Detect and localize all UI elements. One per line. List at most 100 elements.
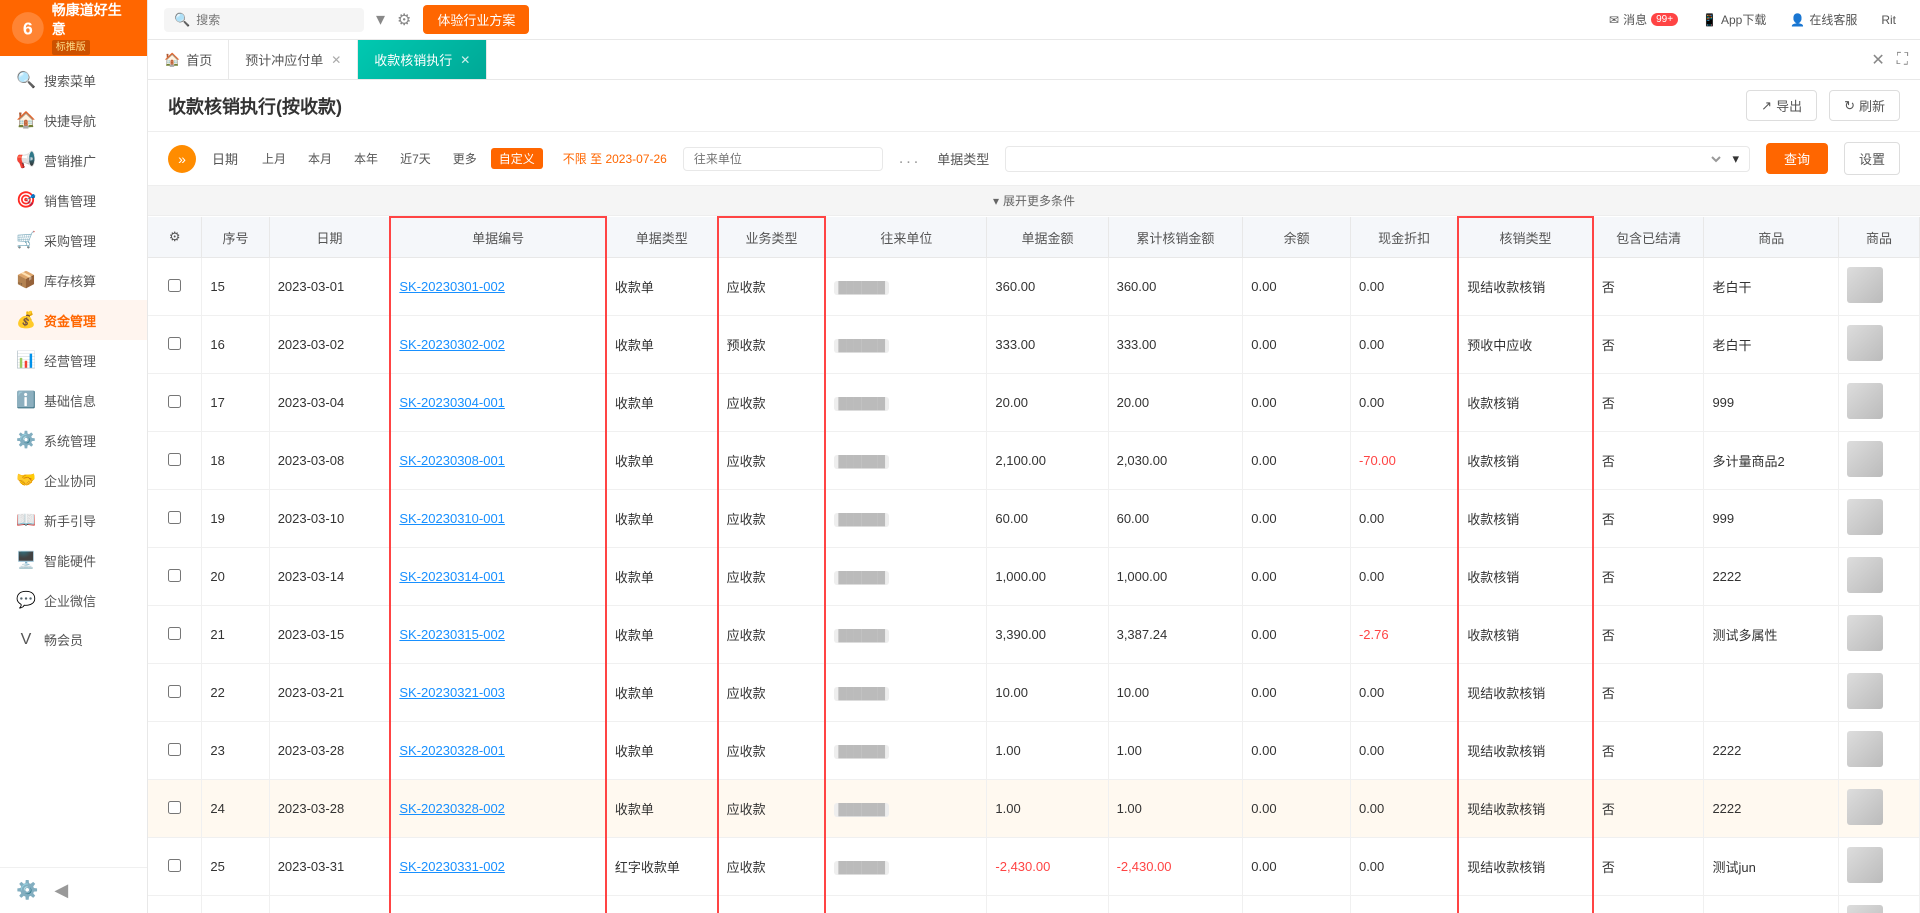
dropdown-icon[interactable]: ▾ <box>376 9 385 30</box>
online-service-btn[interactable]: 👤 在线客服 <box>1782 7 1865 32</box>
row-cashdiscount-0: 0.00 <box>1350 258 1458 316</box>
date-7days-btn[interactable]: 近7天 <box>392 147 439 170</box>
tab-payable[interactable]: 预计冲应付单 ✕ <box>229 40 358 79</box>
row-checkbox-4[interactable] <box>148 490 202 548</box>
finance-icon: 💰 <box>16 310 36 330</box>
filter-toggle-btn[interactable]: » <box>168 145 196 173</box>
app-download-btn[interactable]: 📱 App下载 <box>1694 7 1774 32</box>
row-canceltype-9: 现结收款核销 <box>1458 780 1593 838</box>
table-row: 17 2023-03-04 SK-20230304-001 收款单 应收款 ██… <box>148 374 1920 432</box>
settings-icon[interactable]: ⚙️ <box>16 880 38 901</box>
singleno-link-1[interactable]: SK-20230302-002 <box>399 337 505 352</box>
gear-icon[interactable]: ⚙ <box>169 229 181 244</box>
date-custom-btn[interactable]: 自定义 <box>491 148 543 169</box>
goods-thumb-8 <box>1847 731 1883 767</box>
partner-filter-box[interactable] <box>683 147 883 171</box>
singleno-link-10[interactable]: SK-20230331-002 <box>399 859 505 874</box>
row-canceltype-4: 收款核销 <box>1458 490 1593 548</box>
user-avatar[interactable]: Rit <box>1873 9 1904 31</box>
row-checkbox-5[interactable] <box>148 548 202 606</box>
filter-settings-btn[interactable]: 设置 <box>1844 142 1900 175</box>
sidebar-item-hardware[interactable]: 🖥️智能硬件 <box>0 540 147 580</box>
singleno-link-5[interactable]: SK-20230314-001 <box>399 569 505 584</box>
sidebar-item-system[interactable]: ⚙️系统管理 <box>0 420 147 460</box>
industry-solution-btn[interactable]: 体验行业方案 <box>423 5 529 34</box>
sidebar-item-search[interactable]: 🔍搜索菜单 <box>0 60 147 100</box>
type-filter-label: 单据类型 <box>937 149 989 168</box>
tab-receivecancellation[interactable]: 收款核销执行 ✕ <box>358 40 487 79</box>
row-checkbox-10[interactable] <box>148 838 202 896</box>
sidebar-item-enterprise[interactable]: 🤝企业协同 <box>0 460 147 500</box>
row-cancelamount-4: 60.00 <box>1108 490 1243 548</box>
tab-maximize-icon[interactable]: ⛶ <box>1897 51 1908 69</box>
row-checkbox-7[interactable] <box>148 664 202 722</box>
sidebar-item-purchase[interactable]: 🛒采购管理 <box>0 220 147 260</box>
row-biztype-4: 应收款 <box>718 490 826 548</box>
singleno-link-3[interactable]: SK-20230308-001 <box>399 453 505 468</box>
row-checkbox-11[interactable] <box>148 896 202 913</box>
tab-close-all-icon[interactable]: ✕ <box>1871 50 1884 70</box>
collapse-icon[interactable]: ◀ <box>54 880 68 901</box>
row-goodsimg-3 <box>1839 432 1920 490</box>
row-balance-0: 0.00 <box>1243 258 1351 316</box>
date-this-year-btn[interactable]: 本年 <box>346 147 386 170</box>
singleno-link-0[interactable]: SK-20230301-002 <box>399 279 505 294</box>
row-amount-8: 1.00 <box>987 722 1108 780</box>
row-checkbox-8[interactable] <box>148 722 202 780</box>
notification-btn[interactable]: ✉ 消息 99+ <box>1601 7 1686 32</box>
sidebar-item-guide[interactable]: 📖新手引导 <box>0 500 147 540</box>
date-last-month-btn[interactable]: 上月 <box>254 147 294 170</box>
sidebar-item-wechat[interactable]: 💬企业微信 <box>0 580 147 620</box>
singleno-link-9[interactable]: SK-20230328-002 <box>399 801 505 816</box>
row-checkbox-0[interactable] <box>148 258 202 316</box>
row-canceltype-2: 收款核销 <box>1458 374 1593 432</box>
sidebar-item-basic[interactable]: ℹ️基础信息 <box>0 380 147 420</box>
type-filter-select[interactable] <box>1016 151 1724 167</box>
row-checkbox-2[interactable] <box>148 374 202 432</box>
partner-filter-input[interactable] <box>694 152 872 166</box>
table-row: 15 2023-03-01 SK-20230301-002 收款单 应收款 ██… <box>148 258 1920 316</box>
sidebar-item-finance[interactable]: 💰资金管理 <box>0 300 147 340</box>
sidebar-item-marketing[interactable]: 📢营销推广 <box>0 140 147 180</box>
sidebar-item-operation[interactable]: 📊经营管理 <box>0 340 147 380</box>
singleno-link-6[interactable]: SK-20230315-002 <box>399 627 505 642</box>
singleno-link-4[interactable]: SK-20230310-001 <box>399 511 505 526</box>
settings-gear-icon[interactable]: ⚙ <box>397 10 411 30</box>
expand-more-btn[interactable]: ▾ 展开更多条件 <box>993 192 1075 209</box>
sidebar-item-member[interactable]: V畅会员 <box>0 620 147 659</box>
home-icon: 🏠 <box>164 52 180 68</box>
filter-more-dots[interactable]: ... <box>899 150 921 168</box>
row-date-3: 2023-03-08 <box>269 432 390 490</box>
search-input[interactable] <box>196 13 336 27</box>
row-canceltype-1: 预收中应收 <box>1458 316 1593 374</box>
sidebar-item-quicknav[interactable]: 🏠快捷导航 <box>0 100 147 140</box>
date-this-month-btn[interactable]: 本月 <box>300 147 340 170</box>
query-btn[interactable]: 查询 <box>1766 143 1828 174</box>
col-gear-header[interactable]: ⚙ <box>148 217 202 258</box>
row-checkbox-6[interactable] <box>148 606 202 664</box>
sidebar-item-sales[interactable]: 🎯销售管理 <box>0 180 147 220</box>
tab-home[interactable]: 🏠 首页 <box>148 40 229 79</box>
sidebar-item-inventory[interactable]: 📦库存核算 <box>0 260 147 300</box>
row-amount-9: 1.00 <box>987 780 1108 838</box>
type-filter-box[interactable]: ▾ <box>1005 146 1750 172</box>
search-box[interactable]: 🔍 <box>164 8 364 32</box>
singleno-link-7[interactable]: SK-20230321-003 <box>399 685 505 700</box>
row-checkbox-1[interactable] <box>148 316 202 374</box>
row-biztype-7: 应收款 <box>718 664 826 722</box>
singleno-link-8[interactable]: SK-20230328-001 <box>399 743 505 758</box>
row-singleno-0: SK-20230301-002 <box>390 258 605 316</box>
refresh-btn[interactable]: ↻ 刷新 <box>1829 90 1900 121</box>
row-goodsimg-2 <box>1839 374 1920 432</box>
date-more-btn[interactable]: 更多 <box>445 147 485 170</box>
row-goodsimg-11 <box>1839 896 1920 913</box>
row-biztype-2: 应收款 <box>718 374 826 432</box>
row-no-0: 15 <box>202 258 269 316</box>
tab-receivecancellation-close[interactable]: ✕ <box>460 53 470 67</box>
row-singletype-6: 收款单 <box>606 606 718 664</box>
singleno-link-2[interactable]: SK-20230304-001 <box>399 395 505 410</box>
export-btn[interactable]: ↗ 导出 <box>1746 90 1817 121</box>
row-checkbox-9[interactable] <box>148 780 202 838</box>
row-checkbox-3[interactable] <box>148 432 202 490</box>
tab-payable-close[interactable]: ✕ <box>331 53 341 67</box>
